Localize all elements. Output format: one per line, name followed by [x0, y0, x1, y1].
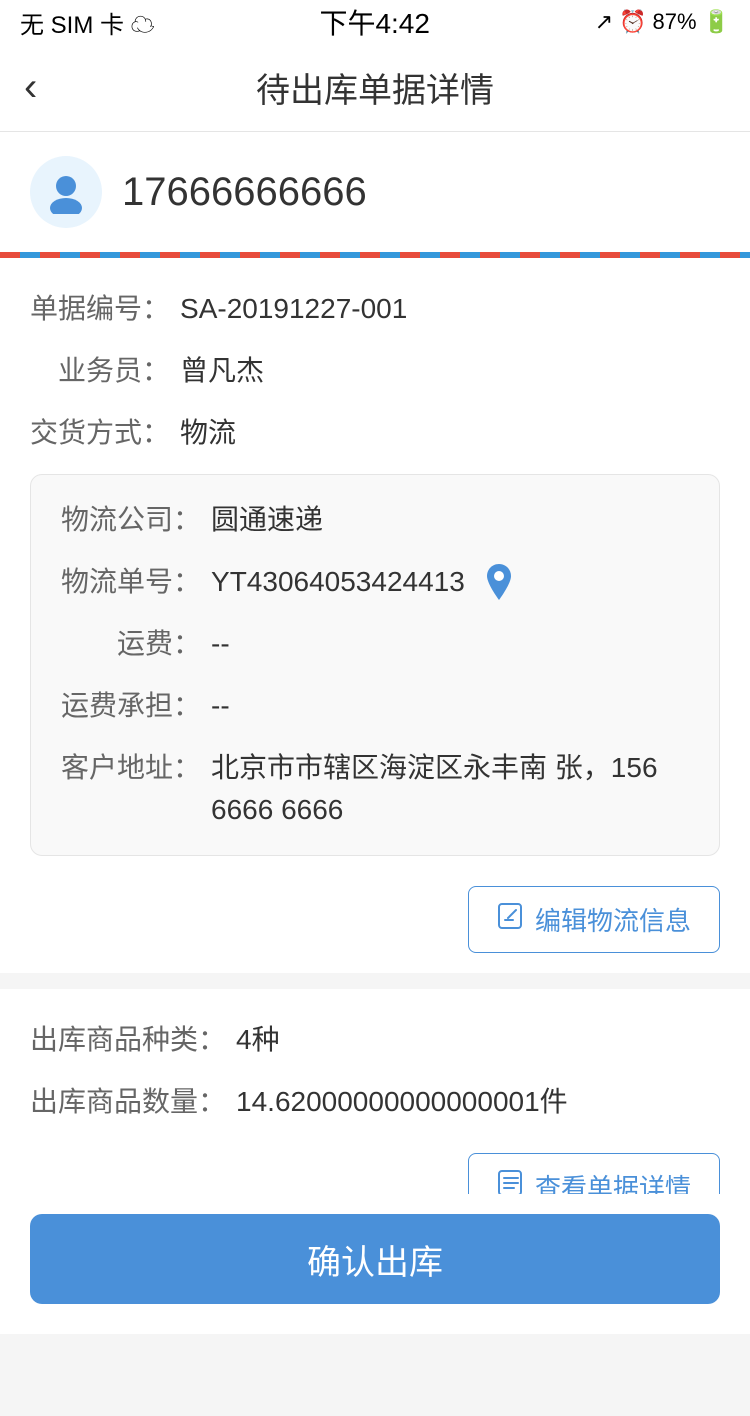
sim-status: 无 SIM 卡 ☁ [20, 5, 155, 40]
delivery-label: 交货方式： [30, 412, 170, 454]
edit-logistics-label: 编辑物流信息 [535, 901, 691, 938]
freight-label: 运费： [61, 623, 201, 665]
battery-level: 87% [653, 9, 697, 35]
nav-bar: ‹ 待出库单据详情 [0, 44, 750, 132]
address-row: 客户地址： 北京市市辖区海淀区永丰南 张，156 6666 6666 [61, 747, 689, 831]
freight-bear-value: -- [211, 685, 689, 727]
edit-logistics-button[interactable]: 编辑物流信息 [468, 886, 720, 953]
edit-icon [497, 902, 525, 937]
freight-bear-row: 运费承担： -- [61, 685, 689, 727]
logistics-company-row: 物流公司： 圆通速递 [61, 499, 689, 541]
quantity-value: 14.62000000000000001件 [236, 1081, 720, 1123]
types-label: 出库商品种类： [30, 1019, 226, 1061]
delivery-row: 交货方式： 物流 [30, 412, 720, 454]
order-info-section: 单据编号： SA-20191227-001 业务员： 曾凡杰 交货方式： 物流 … [0, 258, 750, 973]
customer-phone: 17666666666 [122, 170, 367, 215]
address-value: 北京市市辖区海淀区永丰南 张，156 6666 6666 [211, 747, 689, 831]
freight-bear-label: 运费承担： [61, 685, 201, 727]
tracking-row: 物流单号： YT43064053424413 [61, 561, 689, 603]
address-label: 客户地址： [61, 747, 201, 789]
salesman-value: 曾凡杰 [180, 350, 720, 392]
quantity-label: 出库商品数量： [30, 1081, 226, 1123]
bottom-area: 确认出库 [0, 1194, 750, 1334]
tracking-value: YT43064053424413 [211, 561, 465, 603]
back-button[interactable]: ‹ [24, 65, 37, 110]
tracking-label: 物流单号： [61, 561, 201, 603]
types-value: 4种 [236, 1019, 720, 1061]
delivery-value: 物流 [180, 412, 720, 454]
status-bar: 无 SIM 卡 ☁ 下午4:42 ↗ ⏰ 87% 🔋 [0, 0, 750, 44]
status-left: 无 SIM 卡 ☁ [20, 5, 155, 40]
freight-value: -- [211, 623, 689, 665]
alarm-icon: ⏰ [619, 9, 646, 35]
status-right: ↗ ⏰ 87% 🔋 [595, 9, 730, 35]
logistics-company-label: 物流公司： [61, 499, 201, 541]
order-no-row: 单据编号： SA-20191227-001 [30, 288, 720, 330]
status-time: 下午4:42 [319, 2, 430, 42]
tracking-value-container: YT43064053424413 [211, 561, 689, 603]
salesman-row: 业务员： 曾凡杰 [30, 350, 720, 392]
logistics-card: 物流公司： 圆通速递 物流单号： YT43064053424413 运费： [30, 474, 720, 856]
avatar [30, 156, 102, 228]
types-row: 出库商品种类： 4种 [30, 1019, 720, 1061]
confirm-button[interactable]: 确认出库 [30, 1214, 720, 1304]
customer-header: 17666666666 [0, 132, 750, 252]
battery-icon: 🔋 [703, 9, 730, 35]
tracking-location-icon[interactable] [481, 564, 517, 600]
freight-row: 运费： -- [61, 623, 689, 665]
quantity-row: 出库商品数量： 14.62000000000000001件 [30, 1081, 720, 1123]
edit-logistics-container: 编辑物流信息 [30, 876, 720, 953]
location-status-icon: ↗ [595, 9, 613, 35]
logistics-company-value: 圆通速递 [211, 499, 689, 541]
page-title: 待出库单据详情 [256, 63, 494, 112]
salesman-label: 业务员： [30, 350, 170, 392]
order-no-value: SA-20191227-001 [180, 288, 720, 330]
order-no-label: 单据编号： [30, 288, 170, 330]
user-icon [44, 170, 88, 214]
